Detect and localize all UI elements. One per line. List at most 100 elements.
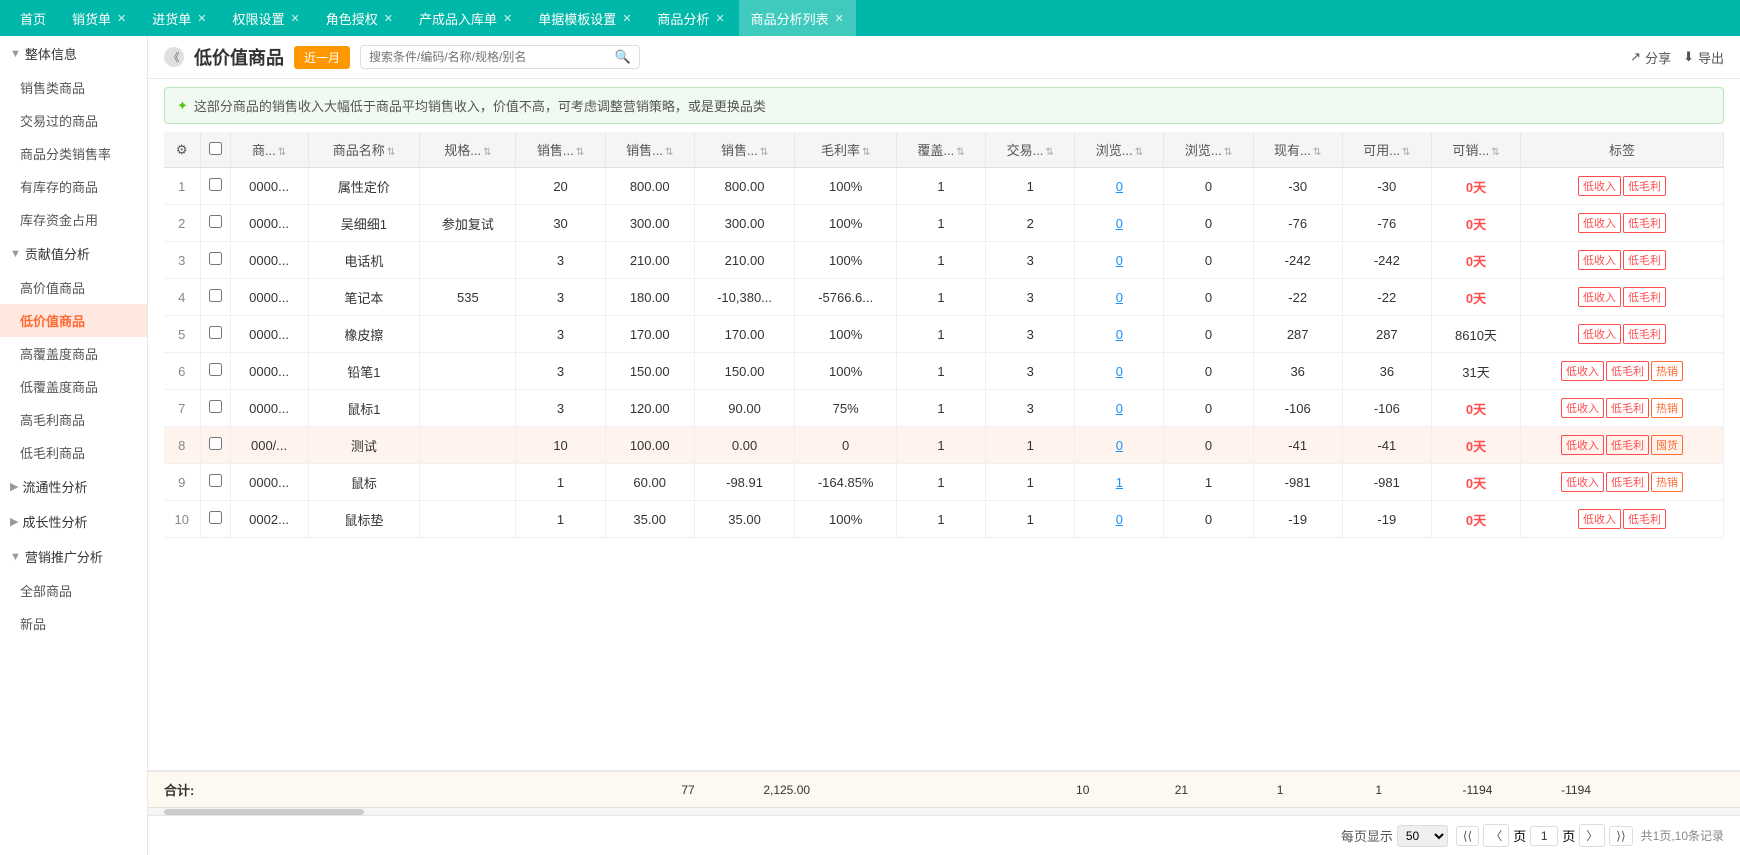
browse-count1[interactable]: 0 (1075, 427, 1164, 464)
sidebar-group-growth[interactable]: ▶ 成长性分析 (0, 504, 147, 539)
col-code[interactable]: 商...⇅ (230, 132, 308, 168)
col-settings[interactable]: ⚙ (164, 132, 200, 168)
row-checkbox[interactable] (209, 474, 222, 487)
col-coverage[interactable]: 覆盖...⇅ (896, 132, 985, 168)
sidebar-item-new-products[interactable]: 新品 (0, 607, 147, 640)
browse-count1[interactable]: 0 (1075, 316, 1164, 353)
row-checkbox-cell[interactable] (200, 427, 230, 464)
sidebar-group-circulation[interactable]: ▶ 流通性分析 (0, 469, 147, 504)
sidebar-item-high-margin[interactable]: 高毛利商品 (0, 403, 147, 436)
browse-link[interactable]: 0 (1116, 253, 1123, 268)
browse-count1[interactable]: 0 (1075, 279, 1164, 316)
browse-count1[interactable]: 0 (1075, 390, 1164, 427)
per-page-select[interactable]: 50 100 200 (1397, 825, 1448, 847)
sidebar-item-in-stock[interactable]: 有库存的商品 (0, 170, 147, 203)
col-browse1[interactable]: 浏览...⇅ (1075, 132, 1164, 168)
select-all-checkbox[interactable] (209, 142, 222, 155)
browse-link[interactable]: 1 (1116, 475, 1123, 490)
nav-warehouse[interactable]: 产成品入库单 ✕ (407, 0, 524, 36)
row-checkbox[interactable] (209, 511, 222, 524)
row-checkbox-cell[interactable] (200, 316, 230, 353)
col-val2[interactable]: 销售...⇅ (694, 132, 795, 168)
col-browse2[interactable]: 浏览...⇅ (1164, 132, 1253, 168)
row-checkbox-cell[interactable] (200, 501, 230, 538)
col-tags[interactable]: 标签 (1521, 132, 1724, 168)
row-checkbox[interactable] (209, 215, 222, 228)
col-margin[interactable]: 毛利率⇅ (795, 132, 897, 168)
col-stock2[interactable]: 可用...⇅ (1342, 132, 1431, 168)
col-stock1[interactable]: 现有...⇅ (1253, 132, 1342, 168)
row-checkbox[interactable] (209, 289, 222, 302)
last-page-button[interactable]: ⟩⟩ (1609, 826, 1632, 846)
close-icon[interactable]: ✕ (117, 12, 126, 25)
nav-roles[interactable]: 角色授权 ✕ (314, 0, 405, 36)
close-icon[interactable]: ✕ (384, 12, 393, 25)
col-qty[interactable]: 销售...⇅ (516, 132, 605, 168)
row-checkbox[interactable] (209, 437, 222, 450)
nav-home[interactable]: 首页 (8, 0, 58, 36)
browse-count1[interactable]: 0 (1075, 242, 1164, 279)
row-checkbox-cell[interactable] (200, 353, 230, 390)
filter-recent-month-button[interactable]: 近一月 (294, 46, 350, 69)
sidebar-item-sales-products[interactable]: 销售类商品 (0, 71, 147, 104)
browse-link[interactable]: 0 (1116, 401, 1123, 416)
browse-count1[interactable]: 0 (1075, 168, 1164, 205)
row-checkbox[interactable] (209, 252, 222, 265)
nav-template[interactable]: 单据模板设置 ✕ (526, 0, 643, 36)
close-icon[interactable]: ✕ (503, 12, 512, 25)
nav-perms[interactable]: 权限设置 ✕ (220, 0, 311, 36)
nav-analysis[interactable]: 商品分析 ✕ (645, 0, 736, 36)
close-icon[interactable]: ✕ (622, 12, 631, 25)
export-button[interactable]: ⬇ 导出 (1683, 48, 1724, 67)
sidebar-group-overall[interactable]: ▼ 整体信息 (0, 36, 147, 71)
col-checkbox[interactable] (200, 132, 230, 168)
browse-count1[interactable]: 0 (1075, 501, 1164, 538)
next-page-button[interactable]: 〉 (1579, 824, 1605, 847)
browse-count1[interactable]: 1 (1075, 464, 1164, 501)
table-container[interactable]: ⚙ 商...⇅ 商品名称⇅ 规格...⇅ 销售...⇅ 销售...⇅ 销售...… (148, 132, 1740, 770)
browse-link[interactable]: 0 (1116, 438, 1123, 453)
close-icon[interactable]: ✕ (835, 12, 844, 25)
prev-page-button[interactable]: 〈 (1483, 824, 1509, 847)
sidebar-item-stock-fund[interactable]: 库存资金占用 (0, 203, 147, 236)
nav-purchase[interactable]: 进货单 ✕ (140, 0, 218, 36)
sidebar-item-traded[interactable]: 交易过的商品 (0, 104, 147, 137)
browse-link[interactable]: 0 (1116, 179, 1123, 194)
row-checkbox-cell[interactable] (200, 390, 230, 427)
row-checkbox-cell[interactable] (200, 279, 230, 316)
row-checkbox-cell[interactable] (200, 168, 230, 205)
row-checkbox-cell[interactable] (200, 242, 230, 279)
col-name[interactable]: 商品名称⇅ (308, 132, 420, 168)
browse-count1[interactable]: 0 (1075, 205, 1164, 242)
sidebar-item-low-value[interactable]: 低价值商品 (0, 304, 147, 337)
browse-link[interactable]: 0 (1116, 327, 1123, 342)
sidebar-group-marketing[interactable]: ▼ 营销推广分析 (0, 539, 147, 574)
col-spec[interactable]: 规格...⇅ (420, 132, 516, 168)
col-saleable[interactable]: 可销...⇅ (1431, 132, 1520, 168)
search-input[interactable] (369, 50, 609, 64)
sidebar-item-high-coverage[interactable]: 高覆盖度商品 (0, 337, 147, 370)
sidebar-item-low-coverage[interactable]: 低覆盖度商品 (0, 370, 147, 403)
browse-link[interactable]: 0 (1116, 290, 1123, 305)
browse-link[interactable]: 0 (1116, 512, 1123, 527)
sidebar-item-high-value[interactable]: 高价值商品 (0, 271, 147, 304)
browse-link[interactable]: 0 (1116, 216, 1123, 231)
sidebar-group-contribution[interactable]: ▼ 贡献值分析 (0, 236, 147, 271)
sidebar-item-low-margin[interactable]: 低毛利商品 (0, 436, 147, 469)
current-page[interactable]: 1 (1530, 826, 1558, 846)
search-box[interactable]: 🔍 (360, 45, 640, 69)
col-val1[interactable]: 销售...⇅ (605, 132, 694, 168)
sidebar-item-category-rate[interactable]: 商品分类销售率 (0, 137, 147, 170)
browse-link[interactable]: 0 (1116, 364, 1123, 379)
row-checkbox[interactable] (209, 400, 222, 413)
share-button[interactable]: ↗ 分享 (1630, 48, 1671, 67)
sidebar-item-all-products[interactable]: 全部商品 (0, 574, 147, 607)
collapse-button[interactable]: 《 (164, 47, 184, 67)
close-icon[interactable]: ✕ (291, 12, 300, 25)
row-checkbox[interactable] (209, 178, 222, 191)
row-checkbox[interactable] (209, 326, 222, 339)
row-checkbox-cell[interactable] (200, 464, 230, 501)
browse-count1[interactable]: 0 (1075, 353, 1164, 390)
scrollbar-area[interactable] (148, 807, 1740, 815)
close-icon[interactable]: ✕ (715, 12, 724, 25)
